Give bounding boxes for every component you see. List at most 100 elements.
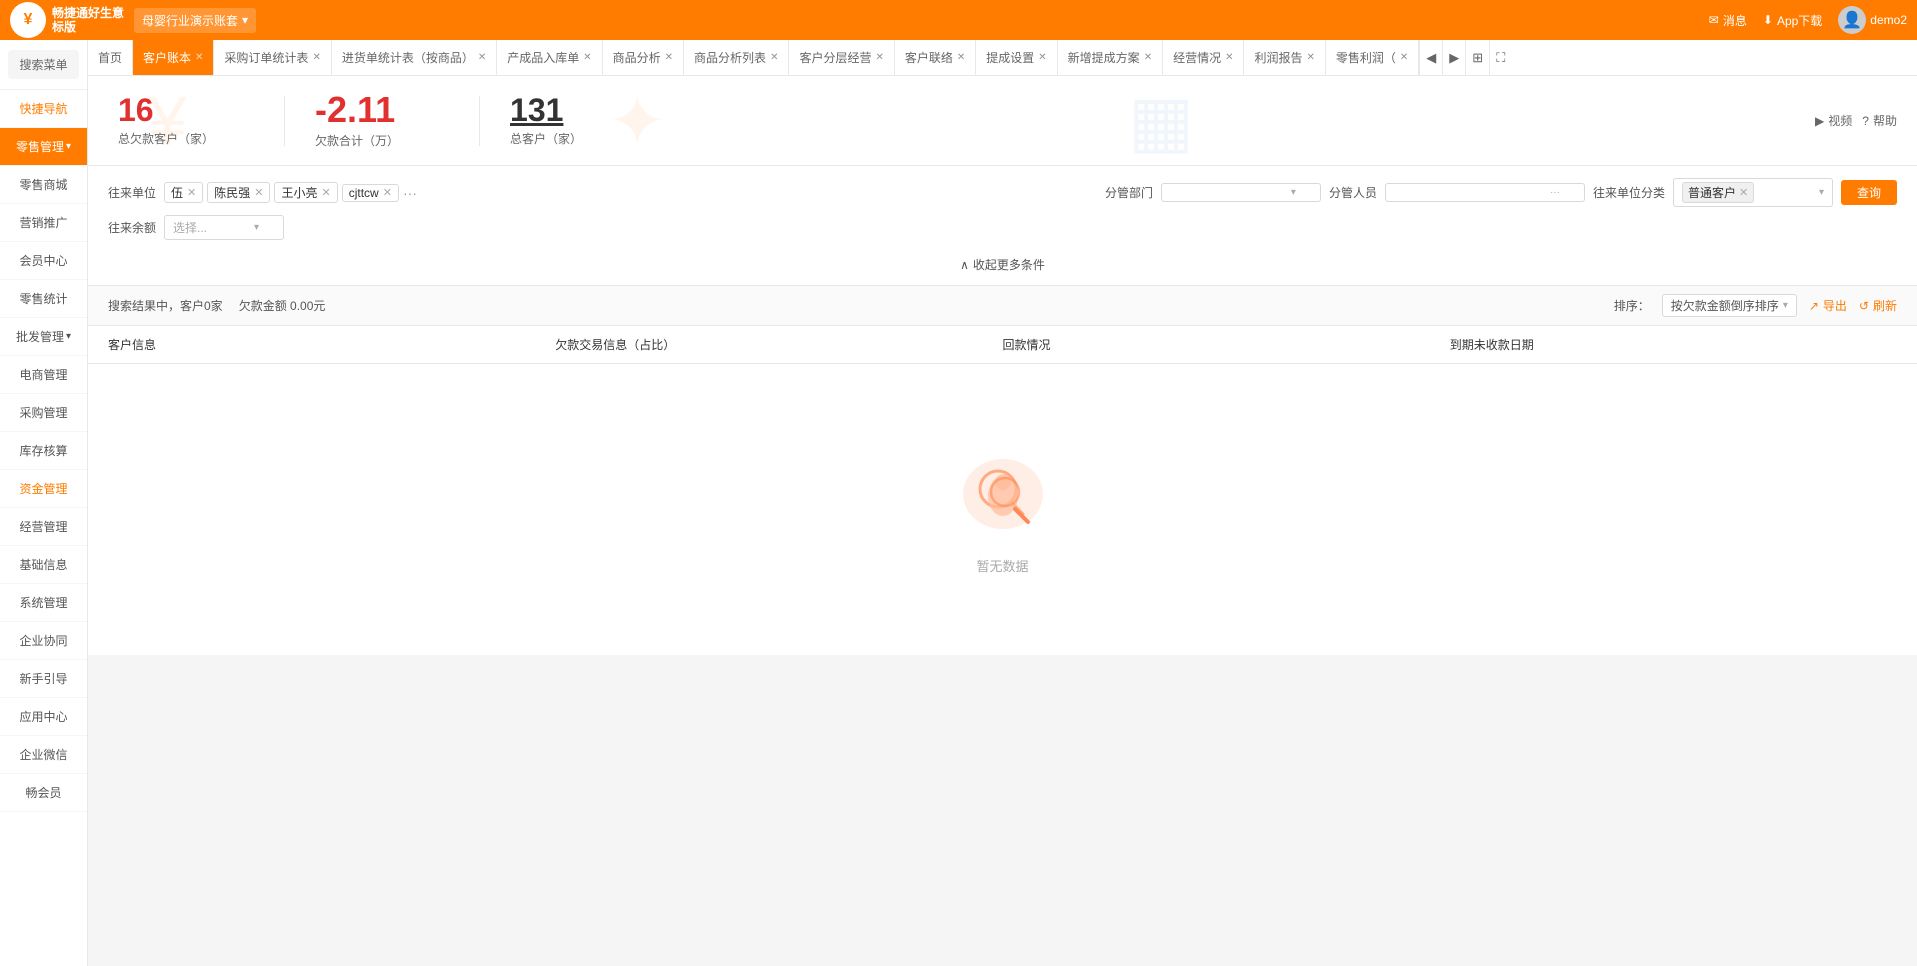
stat-label-1: 总欠款客户（家） xyxy=(118,130,214,147)
tab-fullscreen[interactable]: ⛶ xyxy=(1489,40,1511,76)
stat-label-3: 总客户（家） xyxy=(510,130,582,147)
filter-dept-select-wrapper: ▾ xyxy=(1161,183,1321,202)
tab-product-analysis[interactable]: 商品分析 ✕ xyxy=(603,40,684,76)
chevron-down-icon: ▾ xyxy=(1819,187,1824,198)
tab-home[interactable]: 首页 xyxy=(88,40,133,76)
sidebar-item-new-guide[interactable]: 新手引导 xyxy=(0,660,87,698)
tab-close-icon[interactable]: ✕ xyxy=(665,52,673,63)
tab-close-icon[interactable]: ✕ xyxy=(583,52,591,63)
stat-bg-icon-3: ▦ xyxy=(1128,80,1194,162)
tab-close-icon[interactable]: ✕ xyxy=(478,52,486,63)
filter-person-select[interactable]: ··· xyxy=(1385,183,1585,202)
result-bar: 搜索结果中，客户0家 欠款金额 0.00元 排序： 按欠款金额倒序排序 ▾ ↗ … xyxy=(88,286,1917,326)
sidebar-item-system-mgmt[interactable]: 系统管理 xyxy=(0,584,87,622)
tab-customer-layer[interactable]: 客户分层经营 ✕ xyxy=(789,40,894,76)
help-button[interactable]: ? 帮助 xyxy=(1862,112,1897,129)
result-customers: 搜索结果中，客户0家 xyxy=(108,297,223,314)
help-icon: ? xyxy=(1862,114,1869,128)
filter-more-btn[interactable]: ··· xyxy=(403,185,417,201)
video-button[interactable]: ▶ 视频 xyxy=(1815,112,1852,129)
result-debt: 欠款金额 0.00元 xyxy=(239,297,326,314)
tab-more[interactable]: ⊞ xyxy=(1465,40,1489,76)
col-header-date: 到期未收款日期 xyxy=(1450,336,1897,353)
tab-close-icon[interactable]: ✕ xyxy=(1038,52,1046,63)
sidebar-item-member-center[interactable]: 会员中心 xyxy=(0,242,87,280)
tab-customer-contact[interactable]: 客户联络 ✕ xyxy=(895,40,976,76)
tab-close-icon[interactable]: ✕ xyxy=(957,52,965,63)
sidebar-item-basic-info[interactable]: 基础信息 xyxy=(0,546,87,584)
tag-close-unit-class[interactable]: ✕ xyxy=(1739,186,1748,199)
sidebar-item-retail-mgmt[interactable]: 零售管理 ▾ xyxy=(0,128,87,166)
tab-purchase-stats-by-product[interactable]: 进货单统计表（按商品） ✕ xyxy=(332,40,497,76)
sidebar-item-purchase-mgmt[interactable]: 采购管理 xyxy=(0,394,87,432)
tab-close-icon[interactable]: ✕ xyxy=(875,52,883,63)
search-menu-button[interactable]: 搜索菜单 xyxy=(8,50,79,79)
tab-product-analysis-list[interactable]: 商品分析列表 ✕ xyxy=(684,40,789,76)
filter-dept-select[interactable]: ▾ xyxy=(1161,183,1321,202)
tab-close-icon[interactable]: ✕ xyxy=(770,52,778,63)
tab-commission-settings[interactable]: 提成设置 ✕ xyxy=(976,40,1057,76)
sidebar-search: 搜索菜单 xyxy=(0,40,87,90)
filter-balance-select[interactable]: 选择... ▾ xyxy=(164,215,284,240)
sidebar-item-retail-stats[interactable]: 零售统计 xyxy=(0,280,87,318)
filter-tag-cjttcw: cjttcw ✕ xyxy=(342,184,399,202)
export-button[interactable]: ↗ 导出 xyxy=(1809,297,1847,314)
sidebar: 搜索菜单 快捷导航 零售管理 ▾ 零售商城 营销推广 会员中心 零售统计 批发管… xyxy=(0,40,88,966)
sidebar-item-inventory-check[interactable]: 库存核算 xyxy=(0,432,87,470)
tab-close-icon[interactable]: ✕ xyxy=(1307,52,1315,63)
tab-scroll-right[interactable]: ▶ xyxy=(1442,40,1465,76)
sidebar-item-wholesale-mgmt[interactable]: 批发管理 ▾ xyxy=(0,318,87,356)
sidebar-item-enterprise-collab[interactable]: 企业协同 xyxy=(0,622,87,660)
sidebar-item-retail-mall[interactable]: 零售商城 xyxy=(0,166,87,204)
tab-close-icon[interactable]: ✕ xyxy=(312,52,320,63)
filter-tag-chen: 陈民强 ✕ xyxy=(207,182,270,203)
stat-total-customers-debt: 16 总欠款客户（家） xyxy=(108,94,254,147)
sidebar-item-quick-nav[interactable]: 快捷导航 xyxy=(0,90,87,128)
tab-customer-ledger[interactable]: 客户账本 ✕ xyxy=(133,40,214,76)
tab-purchase-order-stats[interactable]: 采购订单统计表 ✕ xyxy=(214,40,331,76)
filter-row-1: 往来单位 伍 ✕ 陈民强 ✕ 王小亮 xyxy=(108,178,1897,207)
stats-bar: ¥ 16 总欠款客户（家） ✦ -2.11 欠款合计（万） xyxy=(88,76,1917,166)
filter-tag-close-cjttcw[interactable]: ✕ xyxy=(383,186,392,199)
tab-product-inbound[interactable]: 产成品入库单 ✕ xyxy=(497,40,602,76)
filter-tags: 伍 ✕ 陈民强 ✕ 王小亮 ✕ xyxy=(164,182,1097,203)
filter-tag-close-wu[interactable]: ✕ xyxy=(187,186,196,199)
user-menu[interactable]: 👤 demo2 xyxy=(1838,6,1907,34)
sort-select[interactable]: 按欠款金额倒序排序 ▾ xyxy=(1662,294,1797,317)
tab-close-icon[interactable]: ✕ xyxy=(195,52,203,63)
sidebar-item-app-center[interactable]: 应用中心 xyxy=(0,698,87,736)
avatar: 👤 xyxy=(1838,6,1866,34)
filter-tag-close-wang[interactable]: ✕ xyxy=(322,186,331,199)
filter-area: 往来单位 伍 ✕ 陈民强 ✕ 王小亮 xyxy=(88,166,1917,286)
sidebar-item-ecommerce-mgmt[interactable]: 电商管理 xyxy=(0,356,87,394)
play-icon: ▶ xyxy=(1815,114,1824,128)
query-button[interactable]: 查询 xyxy=(1841,180,1897,205)
tab-retail-profit[interactable]: 零售利润（ ✕ xyxy=(1326,40,1419,76)
workspace-selector[interactable]: 母婴行业演示账套 ▾ xyxy=(134,8,256,33)
refresh-button[interactable]: ↺ 刷新 xyxy=(1859,297,1897,314)
top-bar: ¥ 畅捷通好生意 标版 母婴行业演示账套 ▾ ✉ 消息 ⬇ App下载 👤 xyxy=(0,0,1917,40)
stat-value-2: -2.11 xyxy=(315,92,395,128)
sidebar-item-operation-mgmt[interactable]: 经营管理 xyxy=(0,508,87,546)
sidebar-item-chang-member[interactable]: 畅会员 xyxy=(0,774,87,812)
collapse-button[interactable]: ∧ 收起更多条件 xyxy=(960,256,1045,273)
filter-row-2: 往来余额 选择... ▾ xyxy=(108,215,1897,240)
sidebar-item-enterprise-wechat[interactable]: 企业微信 xyxy=(0,736,87,774)
tab-close-icon[interactable]: ✕ xyxy=(1400,52,1408,63)
tab-close-icon[interactable]: ✕ xyxy=(1144,52,1152,63)
tab-operation-status[interactable]: 经营情况 ✕ xyxy=(1163,40,1244,76)
message-button[interactable]: ✉ 消息 xyxy=(1709,12,1747,29)
filter-unit-class-select[interactable]: 普通客户 ✕ ▾ xyxy=(1673,178,1833,207)
filter-dept-label: 分管部门 xyxy=(1105,184,1153,201)
filter-tag-close-chen[interactable]: ✕ xyxy=(254,186,263,199)
filter-balance-label: 往来余额 xyxy=(108,219,156,236)
tab-profit-report[interactable]: 利润报告 ✕ xyxy=(1244,40,1325,76)
sidebar-item-capital-mgmt[interactable]: 资金管理 xyxy=(0,470,87,508)
data-table: 客户信息 欠款交易信息（占比） 回款情况 到期未收款日期 xyxy=(88,326,1917,655)
sidebar-item-marketing[interactable]: 营销推广 xyxy=(0,204,87,242)
stat-total-customers: 131 总客户（家） xyxy=(510,94,622,147)
tab-scroll-left[interactable]: ◀ xyxy=(1419,40,1442,76)
app-download-button[interactable]: ⬇ App下载 xyxy=(1763,12,1822,29)
tab-close-icon[interactable]: ✕ xyxy=(1225,52,1233,63)
tab-new-commission-plan[interactable]: 新增提成方案 ✕ xyxy=(1058,40,1163,76)
